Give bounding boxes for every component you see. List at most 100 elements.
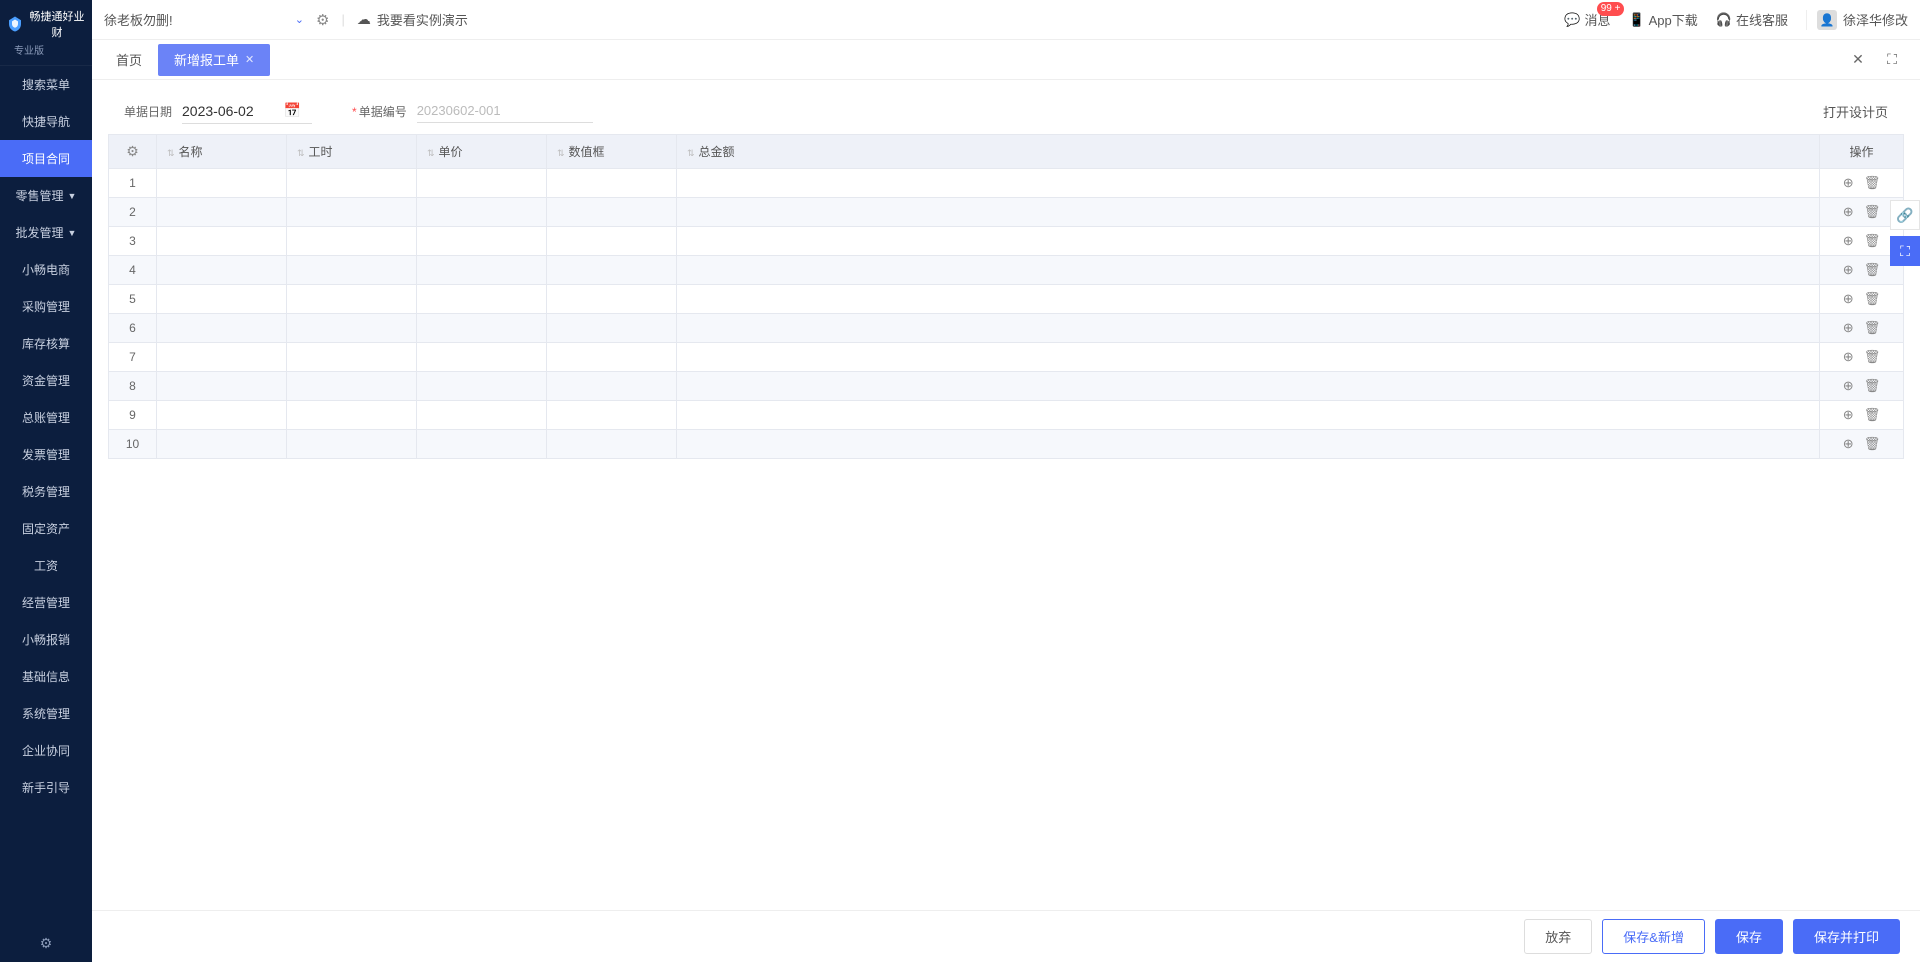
sidebar-item-1[interactable]: 快捷导航 (0, 103, 92, 140)
th-hours[interactable]: ⇅工时 (287, 135, 417, 169)
cell[interactable] (547, 314, 677, 343)
sidebar-item-7[interactable]: 库存核算 (0, 325, 92, 362)
close-icon[interactable]: ✕ (245, 53, 254, 66)
cell[interactable] (417, 227, 547, 256)
cell[interactable] (417, 169, 547, 198)
save-and-new-button[interactable]: 保存&新增 (1602, 919, 1705, 954)
th-total[interactable]: ⇅总金额 (677, 135, 1820, 169)
sidebar-item-3[interactable]: 零售管理▼ (0, 177, 92, 214)
cell[interactable] (157, 169, 287, 198)
sidebar-item-8[interactable]: 资金管理 (0, 362, 92, 399)
tab-new-work-order[interactable]: 新增报工单 ✕ (158, 44, 270, 76)
app-download-button[interactable]: 📱 App下载 (1628, 10, 1697, 29)
cell[interactable] (677, 343, 1820, 372)
cell[interactable] (547, 401, 677, 430)
cell[interactable] (287, 169, 417, 198)
sidebar-item-15[interactable]: 小畅报销 (0, 621, 92, 658)
th-settings[interactable]: ⚙ (109, 135, 157, 169)
th-name[interactable]: ⇅名称 (157, 135, 287, 169)
cell[interactable] (417, 285, 547, 314)
open-designer-link[interactable]: 打开设计页 (1823, 102, 1888, 121)
cell[interactable] (417, 314, 547, 343)
sidebar-item-17[interactable]: 系统管理 (0, 695, 92, 732)
cell[interactable] (157, 430, 287, 459)
row-add-icon[interactable]: ⊕ (1843, 204, 1854, 220)
sidebar-item-5[interactable]: 小畅电商 (0, 251, 92, 288)
cell[interactable] (677, 256, 1820, 285)
cell[interactable] (677, 169, 1820, 198)
cell[interactable] (677, 430, 1820, 459)
sidebar-item-12[interactable]: 固定资产 (0, 510, 92, 547)
sidebar-item-11[interactable]: 税务管理 (0, 473, 92, 510)
cell[interactable] (417, 372, 547, 401)
cell[interactable] (417, 401, 547, 430)
cell[interactable] (157, 372, 287, 401)
sidebar-item-4[interactable]: 批发管理▼ (0, 214, 92, 251)
doc-number-input[interactable] (417, 99, 593, 123)
sidebar-item-13[interactable]: 工资 (0, 547, 92, 584)
cell[interactable] (287, 314, 417, 343)
cell[interactable] (417, 256, 547, 285)
discard-button[interactable]: 放弃 (1524, 919, 1592, 954)
date-input[interactable]: 2023-06-02 📅 (182, 98, 312, 124)
cell[interactable] (287, 430, 417, 459)
cell[interactable] (547, 343, 677, 372)
row-add-icon[interactable]: ⊕ (1843, 378, 1854, 394)
cell[interactable] (547, 256, 677, 285)
cell[interactable] (287, 401, 417, 430)
message-button[interactable]: 💬 消息 99 + (1564, 10, 1610, 29)
cell[interactable] (157, 256, 287, 285)
demo-link[interactable]: ☁ 我要看实例演示 (357, 10, 468, 29)
cell[interactable] (157, 285, 287, 314)
fullscreen-icon[interactable]: ⛶ (1880, 48, 1904, 72)
cell[interactable] (287, 227, 417, 256)
save-button[interactable]: 保存 (1715, 919, 1783, 954)
org-settings-icon[interactable]: ⚙ (316, 11, 329, 29)
sidebar-item-0[interactable]: 搜索菜单 (0, 66, 92, 103)
row-delete-icon[interactable]: 🗑 (1864, 204, 1881, 220)
support-button[interactable]: 🎧 在线客服 (1716, 10, 1788, 29)
cell[interactable] (287, 285, 417, 314)
row-add-icon[interactable]: ⊕ (1843, 320, 1854, 336)
org-selector[interactable]: 徐老板勿删! ⌄ (104, 10, 304, 29)
row-delete-icon[interactable]: 🗑 (1864, 349, 1881, 365)
row-add-icon[interactable]: ⊕ (1843, 291, 1854, 307)
save-and-print-button[interactable]: 保存并打印 (1793, 919, 1900, 954)
row-delete-icon[interactable]: 🗑 (1864, 233, 1881, 249)
cell[interactable] (287, 343, 417, 372)
cell[interactable] (157, 401, 287, 430)
close-all-icon[interactable]: ✕ (1846, 48, 1870, 72)
cell[interactable] (157, 227, 287, 256)
cell[interactable] (547, 227, 677, 256)
sidebar-item-19[interactable]: 新手引导 (0, 769, 92, 806)
row-delete-icon[interactable]: 🗑 (1864, 378, 1881, 394)
row-add-icon[interactable]: ⊕ (1843, 407, 1854, 423)
sidebar-item-6[interactable]: 采购管理 (0, 288, 92, 325)
sidebar-item-18[interactable]: 企业协同 (0, 732, 92, 769)
row-add-icon[interactable]: ⊕ (1843, 175, 1854, 191)
sidebar-item-2[interactable]: 项目合同 (0, 140, 92, 177)
row-delete-icon[interactable]: 🗑 (1864, 320, 1881, 336)
row-delete-icon[interactable]: 🗑 (1864, 175, 1881, 191)
sidebar-item-16[interactable]: 基础信息 (0, 658, 92, 695)
sidebar-item-14[interactable]: 经营管理 (0, 584, 92, 621)
cell[interactable] (417, 198, 547, 227)
cell[interactable] (157, 343, 287, 372)
row-add-icon[interactable]: ⊕ (1843, 262, 1854, 278)
row-add-icon[interactable]: ⊕ (1843, 233, 1854, 249)
cell[interactable] (417, 430, 547, 459)
calendar-icon[interactable]: 📅 (284, 102, 301, 119)
th-price[interactable]: ⇅单价 (417, 135, 547, 169)
sidebar-item-9[interactable]: 总账管理 (0, 399, 92, 436)
cell[interactable] (287, 256, 417, 285)
cell[interactable] (157, 198, 287, 227)
cell[interactable] (677, 285, 1820, 314)
th-numbox[interactable]: ⇅数值框 (547, 135, 677, 169)
cell[interactable] (677, 198, 1820, 227)
attachment-button[interactable]: 🔗 (1890, 200, 1920, 230)
settings-gear-icon[interactable]: ⚙ (40, 935, 53, 951)
cell[interactable] (417, 343, 547, 372)
cell[interactable] (547, 169, 677, 198)
cell[interactable] (287, 372, 417, 401)
cell[interactable] (677, 401, 1820, 430)
